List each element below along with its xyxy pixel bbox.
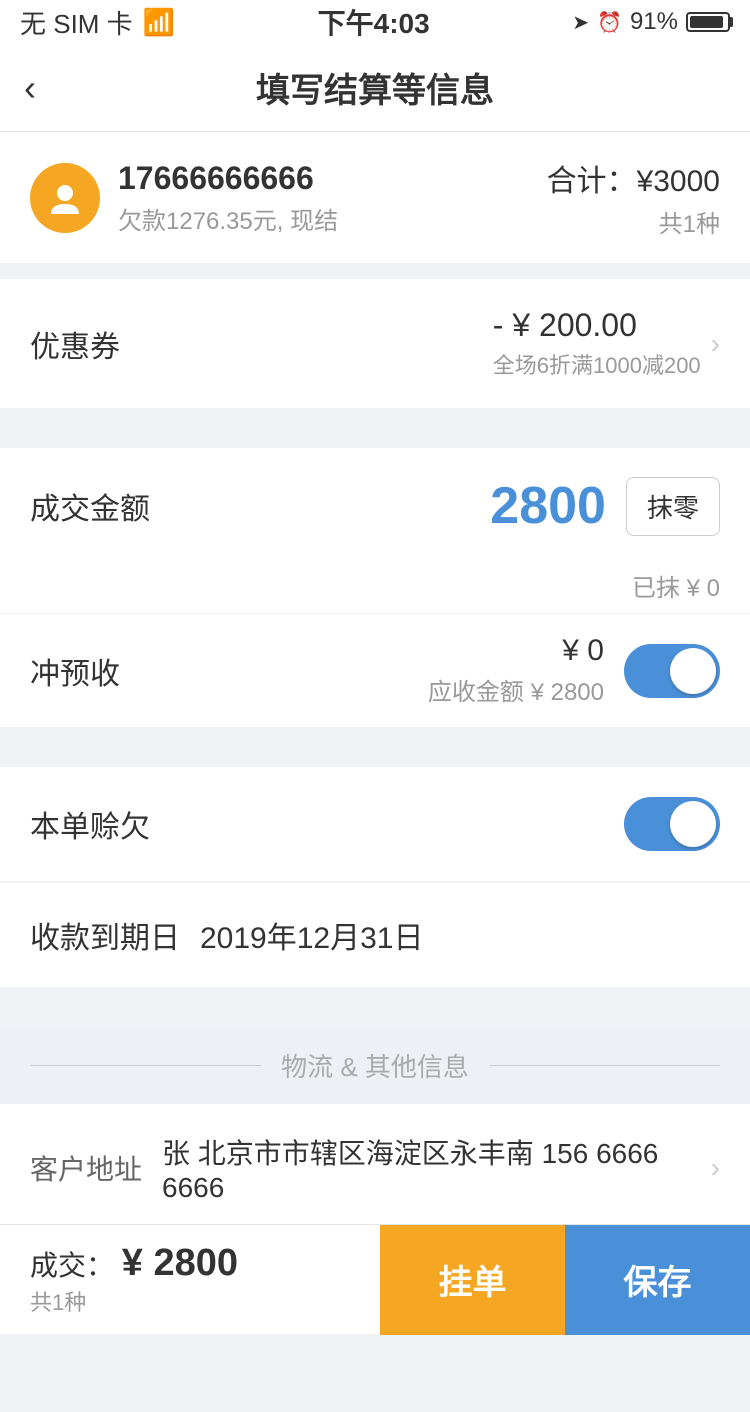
coupon-label: 优惠券	[30, 322, 120, 366]
customer-left: 17666666666 欠款1276.35元, 现结	[30, 160, 338, 236]
customer-card: 17666666666 欠款1276.35元, 现结 合计：¥3000 共1种	[0, 132, 750, 263]
customer-info: 17666666666 欠款1276.35元, 现结	[118, 160, 338, 236]
location-icon: ➤	[572, 10, 589, 35]
address-label: 客户地址	[30, 1148, 142, 1188]
bottom-deal-sub: 共1种	[30, 1285, 350, 1317]
due-date-label: 收款到期日	[30, 913, 180, 957]
nav-bar: ‹ 填写结算等信息	[0, 44, 750, 132]
hold-button[interactable]: 挂单	[380, 1225, 565, 1335]
bottom-bar: 成交： ¥ 2800 共1种 挂单 保存	[0, 1224, 750, 1334]
address-value: 张 北京市市辖区海淀区永丰南 156 6666 6666	[162, 1132, 711, 1204]
debit-section: 本单赊欠	[0, 767, 750, 881]
customer-right: 合计：¥3000 共1种	[547, 156, 720, 239]
debit-toggle-knob	[670, 801, 716, 847]
total-amount: 合计：¥3000	[547, 156, 720, 200]
prepay-right: ¥ 0 应收金额 ¥ 2800	[428, 634, 720, 707]
chevron-right-icon: ›	[711, 328, 720, 360]
prepay-row: 冲预收 ¥ 0 应收金额 ¥ 2800	[0, 614, 750, 727]
coupon-row[interactable]: 优惠券 - ¥ 200.00 全场6折满1000减200 ›	[0, 279, 750, 408]
coupon-discount: - ¥ 200.00	[493, 307, 701, 344]
section-divider-2	[0, 727, 750, 747]
amount-right: 2800 抹零	[490, 476, 720, 536]
due-date-value: 2019年12月31日	[200, 913, 423, 957]
bottom-deal-amount: ¥ 2800	[122, 1242, 238, 1284]
coupon-right: - ¥ 200.00 全场6折满1000减200 ›	[493, 307, 720, 380]
line-right	[489, 1065, 720, 1066]
battery-icon	[686, 12, 730, 32]
debit-toggle[interactable]	[624, 797, 720, 851]
battery-percent: 91%	[630, 8, 678, 36]
amount-label: 成交金额	[30, 484, 150, 528]
prepay-toggle[interactable]	[624, 644, 720, 698]
customer-sub: 欠款1276.35元, 现结	[118, 201, 338, 236]
status-time: 下午4:03	[318, 2, 430, 42]
prepay-amount-block: ¥ 0 应收金额 ¥ 2800	[428, 634, 604, 707]
status-left: 无 SIM 卡 📶	[20, 4, 175, 41]
logistics-header: 物流 & 其他信息	[0, 1027, 750, 1104]
prepay-sub: 应收金额 ¥ 2800	[428, 672, 604, 707]
logistics-title: 物流 & 其他信息	[281, 1047, 469, 1084]
save-button[interactable]: 保存	[565, 1225, 750, 1335]
avatar	[30, 163, 100, 233]
bottom-deal-label: 成交：	[30, 1250, 114, 1281]
round-button[interactable]: 抹零	[626, 477, 720, 536]
status-right: ➤ ⏰ 91%	[572, 8, 730, 36]
amount-row: 成交金额 2800 抹零	[0, 448, 750, 564]
address-right: ›	[711, 1152, 720, 1184]
line-left	[30, 1065, 261, 1066]
prepay-label: 冲预收	[30, 649, 120, 693]
customer-phone: 17666666666	[118, 160, 338, 197]
debit-label: 本单赊欠	[30, 802, 150, 846]
main-content: 17666666666 欠款1276.35元, 现结 合计：¥3000 共1种 …	[0, 132, 750, 1412]
bottom-summary: 成交： ¥ 2800 共1种	[0, 1242, 380, 1317]
bottom-deal-row: 成交： ¥ 2800	[30, 1242, 350, 1285]
due-date-section: 收款到期日 2019年12月31日	[0, 882, 750, 987]
section-divider-3	[0, 1007, 750, 1027]
toggle-knob	[670, 648, 716, 694]
carrier-label: 无 SIM 卡	[20, 4, 133, 41]
prepay-value: ¥ 0	[428, 634, 604, 668]
clock-icon: ⏰	[597, 10, 622, 35]
address-chevron-icon: ›	[711, 1152, 720, 1184]
amount-section: 成交金额 2800 抹零 已抹 ¥ 0	[0, 448, 750, 613]
address-row[interactable]: 客户地址 张 北京市市辖区海淀区永丰南 156 6666 6666 ›	[0, 1104, 750, 1232]
amount-value: 2800	[490, 476, 606, 536]
page-title: 填写结算等信息	[256, 63, 494, 112]
total-sub: 共1种	[547, 204, 720, 239]
prepay-section: 冲预收 ¥ 0 应收金额 ¥ 2800	[0, 613, 750, 727]
status-bar: 无 SIM 卡 📶 下午4:03 ➤ ⏰ 91%	[0, 0, 750, 44]
back-button[interactable]: ‹	[24, 67, 36, 109]
coupon-desc: 全场6折满1000减200	[493, 348, 701, 380]
amount-sub: 已抹 ¥ 0	[0, 568, 750, 613]
wifi-icon: 📶	[143, 7, 175, 38]
section-divider-1	[0, 428, 750, 448]
